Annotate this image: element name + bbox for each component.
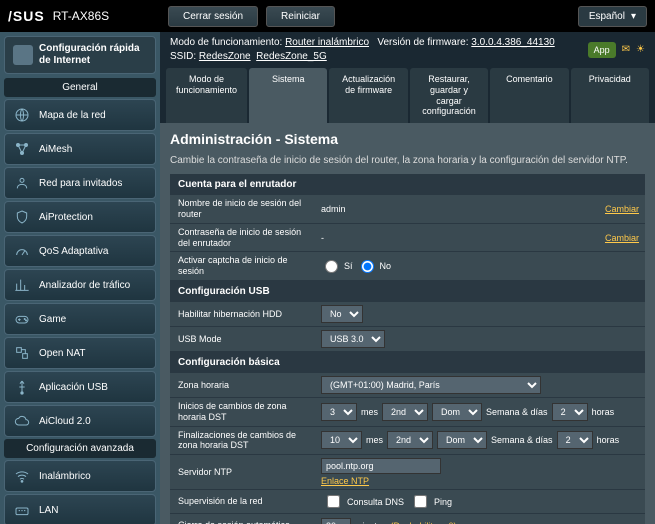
section-account-header: Cuenta para el enrutador: [170, 174, 645, 195]
lan-icon: [13, 501, 31, 519]
nat-icon: [13, 344, 31, 362]
light-icon[interactable]: ☀: [636, 43, 645, 57]
nav-aimesh[interactable]: AiMesh: [4, 133, 156, 165]
chart-icon: [13, 276, 31, 294]
nav-game[interactable]: Game: [4, 303, 156, 335]
tab-system[interactable]: Sistema: [249, 68, 327, 123]
notification-icon[interactable]: ✉: [622, 43, 630, 57]
dst-end-hour[interactable]: 2: [557, 431, 593, 449]
status-info-bar: Modo de funcionamiento: Router inalámbri…: [160, 32, 655, 68]
hdd-hibernate-select[interactable]: No: [321, 305, 363, 323]
section-advanced-header: Configuración avanzada: [4, 439, 156, 458]
tab-restore[interactable]: Restaurar, guardar y cargar configuració…: [410, 68, 488, 123]
nav-open-nat[interactable]: Open NAT: [4, 337, 156, 369]
ntp-server-label: Servidor NTP: [170, 467, 315, 478]
page-title: Administración - Sistema: [170, 131, 645, 147]
usb-mode-label: USB Mode: [170, 334, 315, 345]
captcha-no-radio[interactable]: [361, 260, 374, 273]
tab-firmware[interactable]: Actualización de firmware: [329, 68, 407, 123]
dst-start-month[interactable]: 3: [321, 403, 357, 421]
nav-guest-network[interactable]: Red para invitados: [4, 167, 156, 199]
dst-start-label: Inicios de cambios de zona horaria DST: [170, 401, 315, 423]
dst-end-week[interactable]: 2nd: [387, 431, 433, 449]
autologout-input[interactable]: [321, 518, 351, 524]
captcha-yes-radio[interactable]: [325, 260, 338, 273]
dst-start-hour[interactable]: 2: [552, 403, 588, 421]
section-usb-header: Configuración USB: [170, 281, 645, 302]
login-name-label: Nombre de inicio de sesión del router: [170, 198, 315, 220]
dns-query-checkbox[interactable]: [327, 495, 340, 508]
usb-icon: [13, 378, 31, 396]
dst-end-month[interactable]: 10: [321, 431, 362, 449]
logout-button[interactable]: Cerrar sesión: [168, 6, 258, 27]
globe-icon: [13, 106, 31, 124]
page-description: Cambie la contraseña de inicio de sesión…: [170, 155, 645, 166]
ntp-server-input[interactable]: [321, 458, 441, 474]
usb-mode-select[interactable]: USB 3.0: [321, 330, 385, 348]
hdd-hibernate-label: Habilitar hibernación HDD: [170, 309, 315, 320]
autologout-hint: (Deshabilitar : 0): [391, 521, 457, 524]
brand-logo: /SUS: [8, 8, 45, 24]
admin-tabs: Modo de funcionamiento Sistema Actualiza…: [160, 68, 655, 123]
section-basic-header: Configuración básica: [170, 352, 645, 373]
login-name-value: admin: [321, 204, 346, 214]
model-name: RT-AX86S: [53, 9, 109, 23]
tab-privacy[interactable]: Privacidad: [571, 68, 649, 123]
dst-end-day[interactable]: Dom: [437, 431, 487, 449]
wifi-icon: [13, 467, 31, 485]
password-value: -: [321, 233, 324, 243]
password-label: Contraseña de inicio de sesión del enrut…: [170, 227, 315, 249]
reboot-button[interactable]: Reiniciar: [266, 6, 335, 27]
timezone-select[interactable]: (GMT+01:00) Madrid, París: [321, 376, 541, 394]
dst-start-week[interactable]: 2nd: [382, 403, 428, 421]
nav-lan[interactable]: LAN: [4, 494, 156, 524]
app-badge[interactable]: App: [588, 42, 616, 59]
cloud-icon: [13, 412, 31, 430]
nav-aiprotection[interactable]: AiProtection: [4, 201, 156, 233]
captcha-label: Activar captcha de inicio de sesión: [170, 255, 315, 277]
gear-network-icon: [13, 45, 33, 65]
wifi-guest-icon: [13, 174, 31, 192]
nav-network-map[interactable]: Mapa de la red: [4, 99, 156, 131]
shield-icon: [13, 208, 31, 226]
ssid-24-link[interactable]: RedesZone: [199, 51, 251, 62]
top-bar: Cerrar sesión Reiniciar Español▾: [160, 0, 655, 32]
nav-wireless[interactable]: Inalámbrico: [4, 460, 156, 492]
section-general-header: General: [4, 78, 156, 97]
header-logo: /SUS RT-AX86S: [0, 0, 160, 32]
nav-traffic-analyzer[interactable]: Analizador de tráfico: [4, 269, 156, 301]
gauge-icon: [13, 242, 31, 260]
ntp-link[interactable]: Enlace NTP: [321, 476, 369, 486]
firmware-version-link[interactable]: 3.0.0.4.386_44130: [471, 37, 554, 48]
autologout-label: Cierre de sesión automático: [170, 520, 315, 524]
nav-aicloud[interactable]: AiCloud 2.0: [4, 405, 156, 437]
tab-operation-mode[interactable]: Modo de funcionamiento: [166, 68, 247, 123]
chevron-down-icon: ▾: [631, 11, 636, 22]
gamepad-icon: [13, 310, 31, 328]
ssid-5-link[interactable]: RedesZone_5G: [256, 51, 327, 62]
dst-start-day[interactable]: Dom: [432, 403, 482, 421]
quick-setup-label: Configuración rápida de Internet: [39, 43, 147, 67]
tab-feedback[interactable]: Comentario: [490, 68, 568, 123]
nav-qos[interactable]: QoS Adaptativa: [4, 235, 156, 267]
language-selector[interactable]: Español▾: [578, 6, 647, 27]
operation-mode-link[interactable]: Router inalámbrico: [285, 37, 369, 48]
change-login-link[interactable]: Cambiar: [605, 204, 639, 214]
change-password-link[interactable]: Cambiar: [605, 233, 639, 243]
timezone-label: Zona horaria: [170, 380, 315, 391]
nav-usb-application[interactable]: Aplicación USB: [4, 371, 156, 403]
ping-checkbox[interactable]: [414, 495, 427, 508]
dst-end-label: Finalizaciones de cambios de zona horari…: [170, 430, 315, 452]
netmon-label: Supervisión de la red: [170, 496, 315, 507]
mesh-icon: [13, 140, 31, 158]
quick-internet-setup[interactable]: Configuración rápida de Internet: [4, 36, 156, 74]
